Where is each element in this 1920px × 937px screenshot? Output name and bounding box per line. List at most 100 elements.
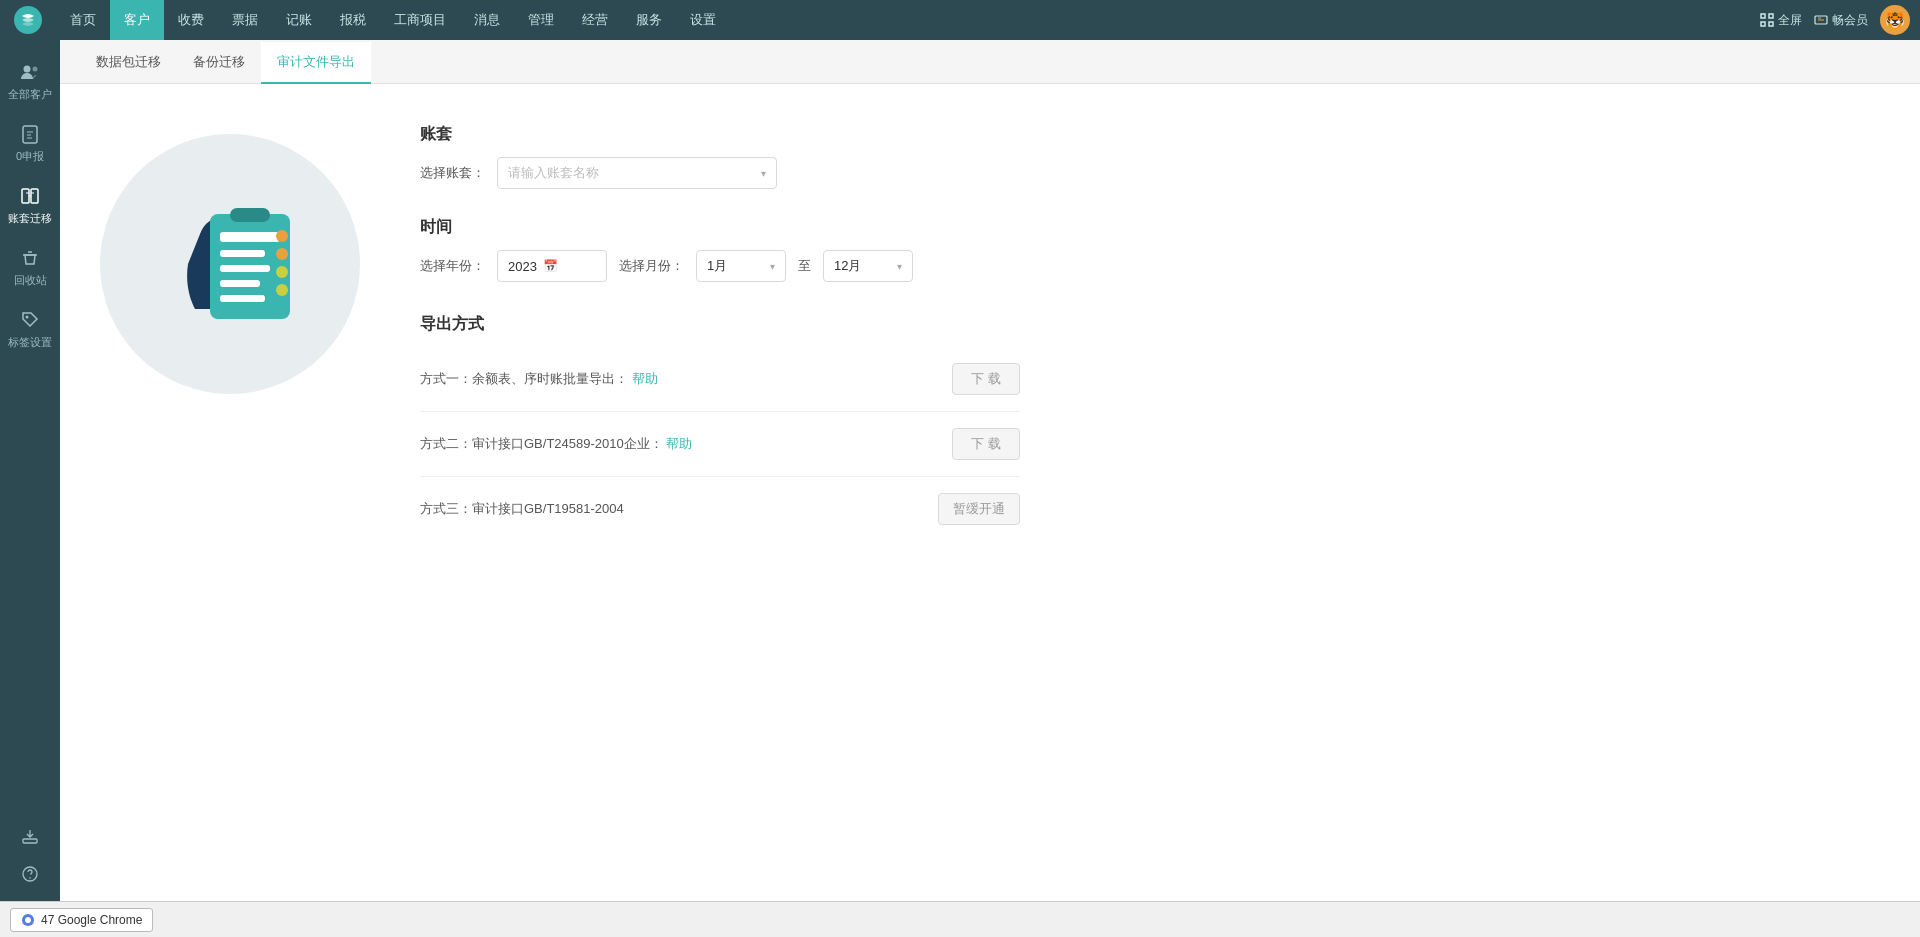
svg-point-21 [276, 230, 288, 242]
export-title: 导出方式 [420, 314, 1020, 335]
main-layout: 全部客户 0申报 账套迁移 回收站 标签设置 [0, 40, 1920, 901]
sidebar-item-tag-settings[interactable]: 标签设置 [0, 298, 60, 360]
export-method-1-help-link[interactable]: 帮助 [632, 371, 658, 386]
nav-tax[interactable]: 报税 [326, 0, 380, 40]
nav-operation[interactable]: 经营 [568, 0, 622, 40]
year-input[interactable]: 2023 📅 [497, 250, 607, 282]
taskbar: 47 Google Chrome [0, 901, 1920, 937]
end-month-value: 12月 [834, 257, 861, 275]
time-separator: 至 [798, 257, 811, 275]
export-method-1-label: 方式一：余额表、序时账批量导出： 帮助 [420, 370, 952, 388]
export-method-2: 方式二：审计接口GB/T24589-2010企业： 帮助 下 载 [420, 412, 1020, 477]
sidebar-label-zero-declare: 0申报 [16, 149, 44, 164]
nav-fees[interactable]: 收费 [164, 0, 218, 40]
export-method-1: 方式一：余额表、序时账批量导出： 帮助 下 载 [420, 347, 1020, 412]
svg-point-23 [276, 266, 288, 278]
end-month-select[interactable]: 12月 ▾ [823, 250, 913, 282]
svg-rect-18 [220, 265, 270, 272]
member-btn[interactable]: 畅会员 [1814, 12, 1868, 29]
account-select-placeholder: 请输入账套名称 [508, 164, 599, 182]
nav-business[interactable]: 工商项目 [380, 0, 460, 40]
nav-customers[interactable]: 客户 [110, 0, 164, 40]
svg-point-7 [33, 67, 38, 72]
sidebar-label-migration: 账套迁移 [8, 211, 52, 226]
nav-message[interactable]: 消息 [460, 0, 514, 40]
tab-audit-export[interactable]: 审计文件导出 [261, 42, 371, 84]
sidebar-item-migration[interactable]: 账套迁移 [0, 174, 60, 236]
export-method-2-download-btn[interactable]: 下 载 [952, 428, 1020, 460]
year-value: 2023 [508, 259, 537, 274]
nav-service[interactable]: 服务 [622, 0, 676, 40]
svg-rect-3 [1761, 22, 1765, 26]
taskbar-chrome-label: 47 Google Chrome [41, 913, 142, 927]
svg-rect-12 [23, 839, 37, 843]
nav-accounting[interactable]: 记账 [272, 0, 326, 40]
account-select[interactable]: 请输入账套名称 ▾ [497, 157, 777, 189]
sidebar-item-all-customers[interactable]: 全部客户 [0, 50, 60, 112]
calendar-icon: 📅 [543, 259, 558, 273]
svg-rect-10 [31, 189, 38, 203]
tabs-bar: 数据包迁移 备份迁移 审计文件导出 [60, 40, 1920, 84]
nav-home[interactable]: 首页 [56, 0, 110, 40]
time-form-row: 选择年份： 2023 📅 选择月份： 1月 ▾ 至 12月 [420, 250, 1020, 282]
svg-rect-16 [220, 232, 280, 242]
export-method-1-download-btn[interactable]: 下 载 [952, 363, 1020, 395]
export-method-2-label: 方式二：审计接口GB/T24589-2010企业： 帮助 [420, 435, 952, 453]
migration-icon [18, 184, 42, 208]
sidebar-label-tag-settings: 标签设置 [8, 335, 52, 350]
nav-manage[interactable]: 管理 [514, 0, 568, 40]
export-method-3-label: 方式三：审计接口GB/T19581-2004 [420, 500, 938, 518]
account-title: 账套 [420, 124, 1020, 145]
nav-settings[interactable]: 设置 [676, 0, 730, 40]
account-form-row: 选择账套： 请输入账套名称 ▾ [420, 157, 1020, 189]
svg-rect-1 [1761, 14, 1765, 18]
tab-data-migration[interactable]: 数据包迁移 [80, 42, 177, 84]
svg-rect-19 [220, 280, 260, 287]
svg-point-11 [26, 316, 29, 319]
illustration-image [100, 134, 360, 394]
recycle-icon [18, 246, 42, 270]
month-label: 选择月份： [619, 257, 684, 275]
avatar[interactable]: 🐯 [1880, 5, 1910, 35]
svg-rect-17 [220, 250, 265, 257]
top-nav: 首页 客户 收费 票据 记账 报税 工商项目 消息 管理 经营 服务 设置 全屏… [0, 0, 1920, 40]
tab-backup-migration[interactable]: 备份迁移 [177, 42, 261, 84]
sidebar-label-all-customers: 全部客户 [8, 87, 52, 102]
all-customers-icon [18, 60, 42, 84]
sidebar-bottom-download[interactable] [21, 819, 39, 853]
sidebar-bottom [21, 819, 39, 901]
year-label: 选择年份： [420, 257, 485, 275]
sidebar-label-recycle: 回收站 [14, 273, 47, 288]
export-method-3-coming-soon-btn[interactable]: 暂缓开通 [938, 493, 1020, 525]
end-month-chevron-icon: ▾ [897, 261, 902, 272]
nav-items: 首页 客户 收费 票据 记账 报税 工商项目 消息 管理 经营 服务 设置 [56, 0, 1760, 40]
fullscreen-btn[interactable]: 全屏 [1760, 12, 1802, 29]
illustration-area [100, 114, 360, 871]
tag-icon [18, 308, 42, 332]
sidebar-item-recycle[interactable]: 回收站 [0, 236, 60, 298]
account-select-chevron-icon: ▾ [761, 168, 766, 179]
svg-rect-4 [1769, 22, 1773, 26]
export-section: 导出方式 方式一：余额表、序时账批量导出： 帮助 下 载 方 [420, 314, 1020, 541]
taskbar-chrome[interactable]: 47 Google Chrome [10, 908, 153, 932]
time-title: 时间 [420, 217, 1020, 238]
logo [10, 2, 46, 38]
svg-point-24 [276, 284, 288, 296]
export-method-3: 方式三：审计接口GB/T19581-2004 暂缓开通 [420, 477, 1020, 541]
form-area: 账套 选择账套： 请输入账套名称 ▾ 时间 选择年份： [420, 114, 1020, 871]
export-method-2-help-link[interactable]: 帮助 [666, 436, 692, 451]
svg-point-22 [276, 248, 288, 260]
sidebar-item-zero-declare[interactable]: 0申报 [0, 112, 60, 174]
account-section: 账套 选择账套： 请输入账套名称 ▾ [420, 124, 1020, 193]
page-content: 账套 选择账套： 请输入账套名称 ▾ 时间 选择年份： [60, 84, 1920, 901]
account-select-label: 选择账套： [420, 164, 485, 182]
start-month-chevron-icon: ▾ [770, 261, 775, 272]
nav-invoices[interactable]: 票据 [218, 0, 272, 40]
start-month-select[interactable]: 1月 ▾ [696, 250, 786, 282]
start-month-value: 1月 [707, 257, 727, 275]
sidebar-bottom-help[interactable] [21, 857, 39, 891]
svg-point-14 [29, 877, 31, 879]
time-section: 时间 选择年份： 2023 📅 选择月份： 1月 ▾ 至 [420, 217, 1020, 286]
svg-rect-2 [1769, 14, 1773, 18]
zero-declare-icon [18, 122, 42, 146]
